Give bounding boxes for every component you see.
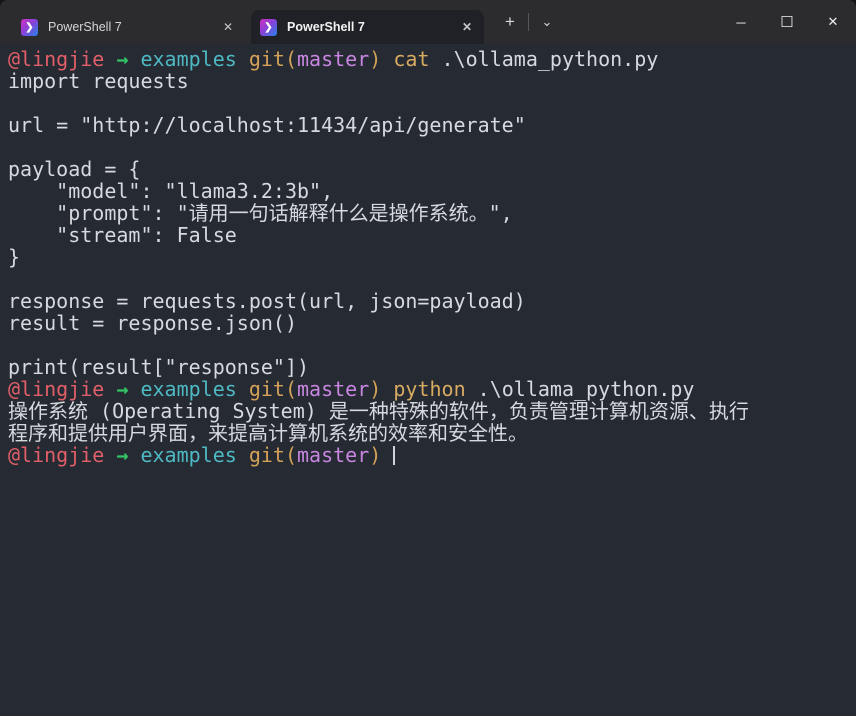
window-controls: ─ ☐ ✕ [718,0,856,44]
terminal-line: 操作系统 (Operating System) 是一种特殊的软件，负责管理计算机… [8,400,856,422]
tab-title: PowerShell 7 [287,20,365,34]
terminal-text-segment: import requests [8,69,189,93]
terminal-text-segment: examples [140,443,249,467]
terminal-output: @lingjie → examples git(master) cat .\ol… [8,48,856,466]
tab-actions: + ⌄ [490,0,561,44]
terminal-text-segment: master [297,47,370,71]
terminal-text-segment: response = requests.post(url, json=paylo… [8,289,526,313]
powershell-icon: ❯ [260,18,277,36]
terminal-text-segment: url = "http://localhost:11434/api/genera… [8,113,526,137]
terminal-text-segment: 操作系统 (Operating System) 是一种特殊的软件，负责管理计算机… [8,399,749,423]
terminal-text-segment: 程序和提供用户界面，来提高计算机系统的效率和安全性。 [8,421,528,445]
terminal-text-segment: master [297,443,370,467]
minimize-button[interactable]: ─ [718,0,764,44]
terminal-line: @lingjie → examples git(master) [8,444,856,466]
terminal-line: import requests [8,70,856,92]
terminal-line: "model": "llama3.2:3b", [8,180,856,202]
terminal-text-segment: @lingjie [8,443,117,467]
terminal-line: print(result["response"]) [8,356,856,378]
terminal-line: 程序和提供用户界面，来提高计算机系统的效率和安全性。 [8,422,856,444]
new-tab-button[interactable]: + [496,9,524,35]
terminal-text-segment: examples [140,377,249,401]
terminal-text-segment: ) [369,377,394,401]
close-button[interactable]: ✕ [810,0,856,44]
maximize-button[interactable]: ☐ [764,0,810,44]
terminal-text-segment: git( [248,47,298,71]
terminal-text-segment: @lingjie [8,377,117,401]
terminal-text-segment: git( [248,443,298,467]
terminal-text-segment: python [393,377,478,401]
terminal-line: payload = { [8,158,856,180]
terminal-text-segment: master [297,377,370,401]
terminal-text-segment: } [8,245,21,269]
terminal-text-segment: git( [248,377,298,401]
terminal-line: response = requests.post(url, json=paylo… [8,290,856,312]
terminal-text-segment: .\ollama_python.py [477,377,695,401]
terminal-text-segment: print(result["response"]) [8,355,310,379]
terminal-window: ❯ PowerShell 7 ✕ ❯ PowerShell 7 ✕ + ⌄ ─ … [0,0,856,716]
terminal-text-segment: cat [393,47,442,71]
terminal-text-segment: "prompt": "请用一句话解释什么是操作系统。", [8,201,513,225]
tab-powershell-2[interactable]: ❯ PowerShell 7 ✕ [251,10,484,44]
terminal-text-segment: "stream": False [8,223,237,247]
titlebar: ❯ PowerShell 7 ✕ ❯ PowerShell 7 ✕ + ⌄ ─ … [0,0,856,44]
terminal-line: url = "http://localhost:11434/api/genera… [8,114,856,136]
terminal-line: "prompt": "请用一句话解释什么是操作系统。", [8,202,856,224]
tab-powershell-1[interactable]: ❯ PowerShell 7 ✕ [12,10,245,44]
terminal-text-segment: → [116,47,141,71]
terminal-line: } [8,246,856,268]
terminal-text-segment: .\ollama_python.py [441,47,659,71]
terminal-text-segment: payload = { [8,157,141,181]
tab-close-icon[interactable]: ✕ [219,18,237,36]
text-cursor [393,446,396,465]
terminal-viewport[interactable]: @lingjie → examples git(master) cat .\ol… [0,44,856,716]
terminal-text-segment: → [116,377,141,401]
terminal-text-segment: result = response.json() [8,311,297,335]
terminal-text-segment: @lingjie [8,47,117,71]
tab-title: PowerShell 7 [48,20,122,34]
terminal-text-segment: ) [369,443,394,467]
terminal-line: "stream": False [8,224,856,246]
powershell-icon: ❯ [21,18,38,36]
terminal-text-segment: ) [369,47,394,71]
terminal-line: @lingjie → examples git(master) cat .\ol… [8,48,856,70]
terminal-text-segment: "model": "llama3.2:3b", [8,179,334,203]
terminal-text-segment: → [116,443,141,467]
terminal-line: @lingjie → examples git(master) python .… [8,378,856,400]
tab-actions-divider [528,13,529,31]
terminal-text-segment: examples [140,47,249,71]
tab-bar: ❯ PowerShell 7 ✕ ❯ PowerShell 7 ✕ + ⌄ [0,0,561,44]
tab-close-icon[interactable]: ✕ [458,18,476,36]
terminal-line: result = response.json() [8,312,856,334]
tab-dropdown-button[interactable]: ⌄ [533,9,561,35]
